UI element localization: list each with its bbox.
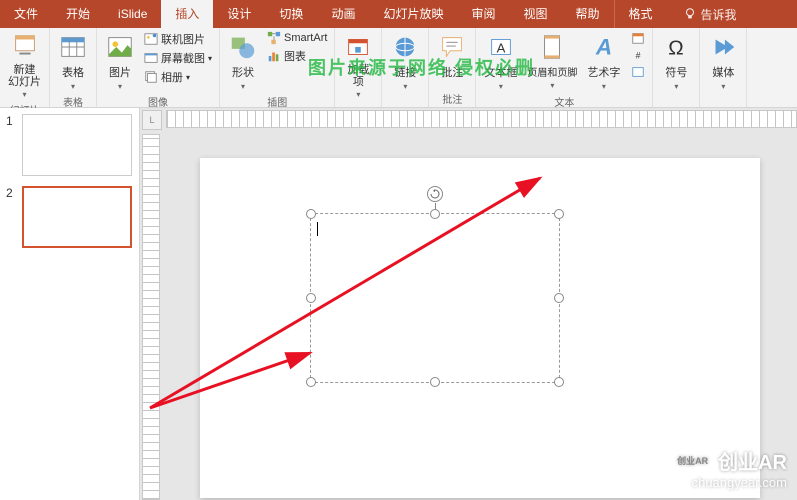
rotate-icon [430,189,440,199]
tab-home[interactable]: 开始 [52,0,104,28]
resize-handle[interactable] [554,377,564,387]
resize-handle[interactable] [306,209,316,219]
header-footer-icon [537,32,567,62]
tab-slideshow[interactable]: 幻灯片放映 [369,0,457,28]
slide-number-button[interactable]: # [628,47,648,63]
shape-button[interactable]: 形状 ▾ [224,30,262,93]
slide-thumbnail-1[interactable] [22,114,132,176]
album-icon [144,70,158,84]
text-cursor [317,222,318,236]
screenshot-icon [144,51,158,65]
bulb-icon [683,7,697,21]
tab-transition[interactable]: 切换 [265,0,317,28]
tab-insert[interactable]: 插入 [161,0,213,28]
resize-handle[interactable] [306,377,316,387]
resize-handle[interactable] [430,377,440,387]
resize-handle[interactable] [430,209,440,219]
thumb-number: 2 [6,186,18,248]
tab-file[interactable]: 文件 [0,0,52,28]
tab-view[interactable]: 视图 [509,0,561,28]
svg-text:#: # [636,51,641,61]
svg-text:Ω: Ω [669,37,684,60]
tab-format[interactable]: 格式 [614,0,667,28]
wordart-button[interactable]: A 艺术字 ▾ [583,30,624,93]
table-icon [58,32,88,62]
symbol-button[interactable]: Ω 符号 ▾ [657,30,695,93]
online-picture-icon [144,32,158,46]
menu-tabs: 文件 开始 iSlide 插入 设计 切换 动画 幻灯片放映 审阅 视图 帮助 … [0,0,797,28]
rotate-handle[interactable] [427,186,443,202]
tab-animation[interactable]: 动画 [317,0,369,28]
wordart-icon: A [589,32,619,62]
vertical-ruler[interactable] [142,134,160,500]
watermark-text: 图片来源于网络 侵权必删 [308,54,535,80]
svg-text:A: A [595,35,612,60]
new-slide-icon [10,32,40,62]
tab-islide[interactable]: iSlide [104,0,161,28]
canvas-area: L [140,108,797,500]
resize-handle[interactable] [554,293,564,303]
date-button[interactable] [628,30,648,46]
smartart-button[interactable]: SmartArt [264,30,330,46]
thumb-number: 1 [6,114,18,176]
object-button[interactable] [628,64,648,80]
symbol-icon: Ω [661,32,691,62]
album-button[interactable]: 相册▾ [141,68,215,86]
tab-design[interactable]: 设计 [213,0,265,28]
workspace: 1 2 L [0,108,797,500]
smartart-icon [267,31,281,45]
tab-help[interactable]: 帮助 [562,0,614,28]
picture-button[interactable]: 图片 ▾ [101,30,139,93]
tell-me-label: 告诉我 [701,6,737,23]
screenshot-button[interactable]: 屏幕截图▾ [141,49,215,67]
resize-handle[interactable] [306,293,316,303]
media-button[interactable]: 媒体 ▾ [704,30,742,93]
ruler-corner[interactable]: L [142,110,162,130]
chart-icon [267,49,281,63]
object-icon [631,65,645,79]
number-icon: # [631,48,645,62]
tab-review[interactable]: 审阅 [457,0,509,28]
new-slide-button[interactable]: 新建 幻灯片 ▾ [4,30,45,101]
horizontal-ruler[interactable] [166,110,797,128]
media-icon [708,32,738,62]
slide-thumbnails: 1 2 [0,108,140,500]
resize-handle[interactable] [554,209,564,219]
online-picture-button[interactable]: 联机图片 [141,30,215,48]
tell-me[interactable]: 告诉我 [683,6,737,23]
watermark-logo: 创业AR创业AR chuangyear.com [673,446,787,490]
shape-icon [228,32,258,62]
slide-thumbnail-2[interactable] [22,186,132,248]
group-comment: 批注 [442,90,462,107]
picture-icon [105,32,135,62]
textbox-selection[interactable] [310,213,560,383]
table-button[interactable]: 表格 ▾ [54,30,92,93]
date-icon [631,31,645,45]
